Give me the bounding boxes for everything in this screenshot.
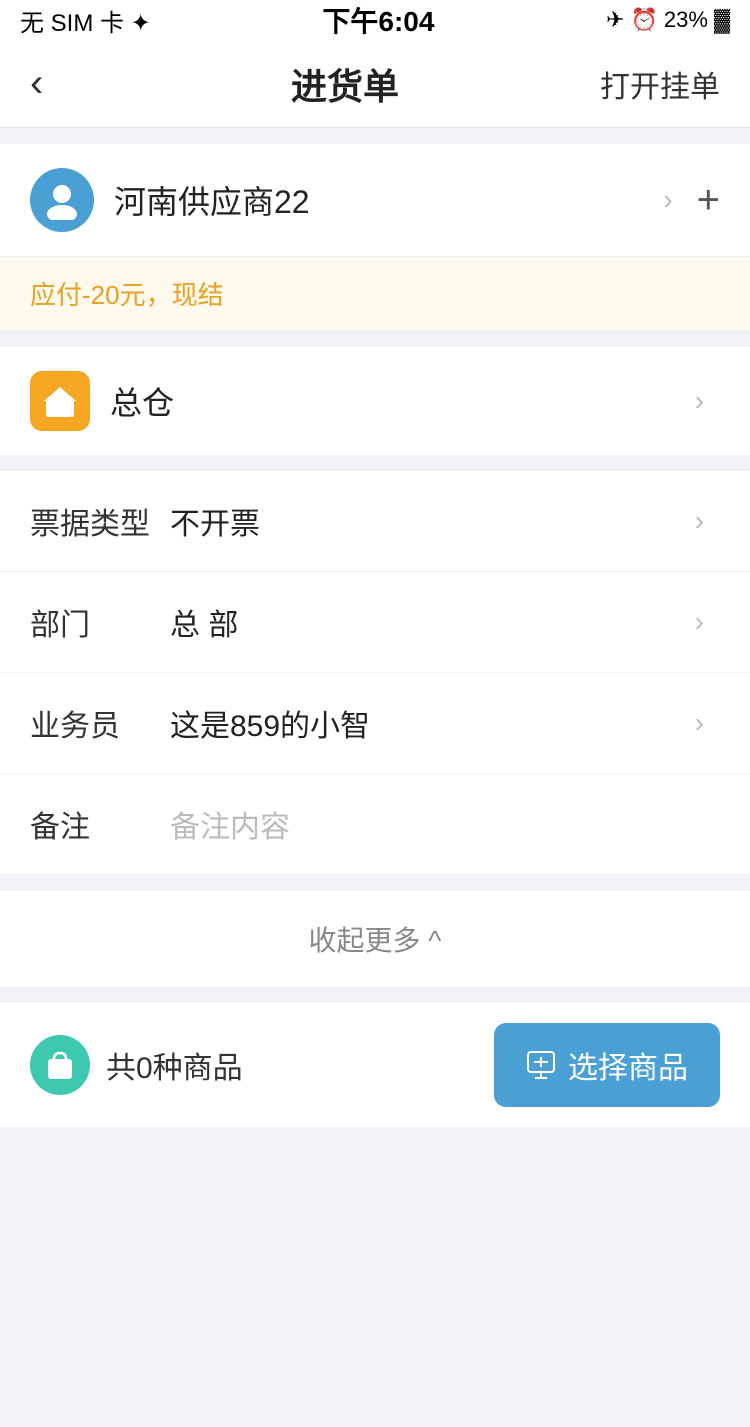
select-product-icon <box>526 1050 556 1080</box>
salesperson-chevron-icon: › <box>695 707 704 739</box>
invoice-type-label: 票据类型 <box>30 499 170 543</box>
department-chevron-icon: › <box>695 606 704 638</box>
back-button[interactable]: ‹ <box>30 61 90 106</box>
add-supplier-button[interactable]: + <box>697 178 720 223</box>
page-title: 进货单 <box>291 58 399 110</box>
salesperson-row[interactable]: 业务员 这是859的小智 › <box>0 673 750 774</box>
warehouse-card: 总仓 › <box>0 346 750 455</box>
content-area: 河南供应商22 › + 应付-20元，现结 总仓 › 票据类型 不开票 › <box>0 144 750 1427</box>
bottom-bar: 共0种商品 选择商品 <box>0 1003 750 1127</box>
warehouse-chevron-icon: › <box>695 385 704 417</box>
user-icon <box>42 180 82 220</box>
select-product-button[interactable]: 选择商品 <box>494 1023 720 1107</box>
department-value: 总 部 <box>170 600 695 644</box>
battery-label: 23% <box>664 7 708 33</box>
form-card: 票据类型 不开票 › 部门 总 部 › 业务员 这是859的小智 › 备注 备注… <box>0 471 750 874</box>
salesperson-label: 业务员 <box>30 701 170 745</box>
warehouse-row[interactable]: 总仓 › <box>0 346 750 455</box>
remark-placeholder: 备注内容 <box>170 802 720 846</box>
supplier-name: 河南供应商22 <box>114 177 663 223</box>
remark-row[interactable]: 备注 备注内容 <box>0 774 750 874</box>
alarm-icon: ⏰ <box>630 7 657 33</box>
battery-icon: ▓ <box>714 7 730 33</box>
sim-status: 无 SIM 卡 ✦ <box>20 3 151 38</box>
supplier-row[interactable]: 河南供应商22 › + <box>0 144 750 257</box>
status-bar: 无 SIM 卡 ✦ 下午6:04 ✈ ⏰ 23% ▓ <box>0 0 750 40</box>
warehouse-name: 总仓 <box>110 378 695 424</box>
collapse-bar[interactable]: 收起更多 ^ <box>0 890 750 987</box>
invoice-type-chevron-icon: › <box>695 505 704 537</box>
shopping-bag-icon <box>42 1047 78 1083</box>
supplier-chevron-icon: › <box>663 184 672 216</box>
product-bag-icon <box>30 1035 90 1095</box>
nav-bar: ‹ 进货单 打开挂单 <box>0 40 750 128</box>
warehouse-building-icon <box>42 383 78 419</box>
page-rest <box>0 1127 750 1427</box>
open-pending-button[interactable]: 打开挂单 <box>600 62 720 106</box>
warehouse-icon <box>30 371 90 431</box>
select-product-label: 选择商品 <box>568 1043 688 1087</box>
notice-banner: 应付-20元，现结 <box>0 257 750 330</box>
location-icon: ✈ <box>606 7 624 33</box>
salesperson-value: 这是859的小智 <box>170 701 695 745</box>
status-right: ✈ ⏰ 23% ▓ <box>606 7 730 33</box>
department-row[interactable]: 部门 总 部 › <box>0 572 750 673</box>
status-left: 无 SIM 卡 ✦ <box>20 3 151 38</box>
remark-label: 备注 <box>30 802 170 846</box>
product-count: 共0种商品 <box>106 1043 243 1087</box>
invoice-type-value: 不开票 <box>170 499 695 543</box>
collapse-label: 收起更多 ^ <box>309 925 442 956</box>
supplier-card: 河南供应商22 › + 应付-20元，现结 <box>0 144 750 330</box>
status-time: 下午6:04 <box>322 0 434 40</box>
department-label: 部门 <box>30 600 170 644</box>
invoice-type-row[interactable]: 票据类型 不开票 › <box>0 471 750 572</box>
supplier-avatar <box>30 168 94 232</box>
